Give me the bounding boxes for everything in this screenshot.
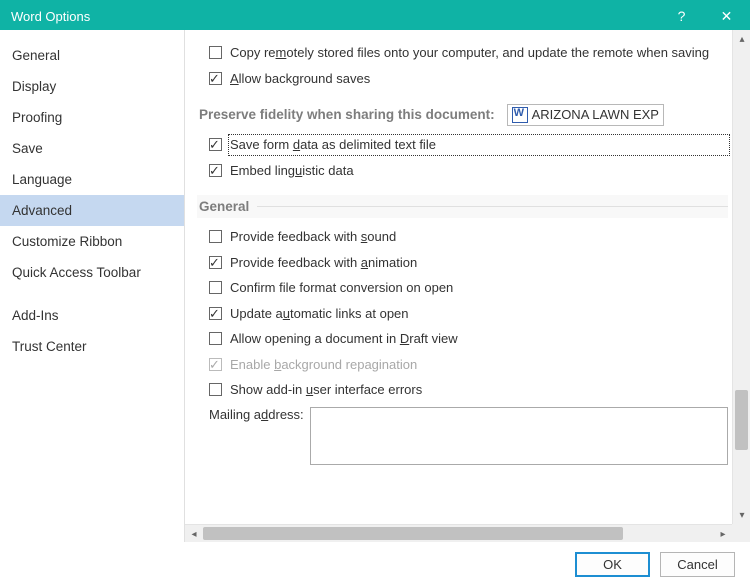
mailing-address-label: Mailing address: — [209, 407, 304, 422]
horizontal-scrollbar[interactable]: ◂ ▸ — [185, 524, 732, 542]
checkbox-icon[interactable] — [209, 72, 222, 85]
vertical-scrollbar[interactable]: ▴ ▾ — [732, 30, 750, 524]
checkbox-icon[interactable] — [209, 307, 222, 320]
titlebar: Word Options ? ✕ — [1, 1, 749, 31]
option-label: Provide feedback with sound — [230, 228, 728, 246]
sidebar-item-save[interactable]: Save — [0, 133, 184, 164]
scroll-left-icon[interactable]: ◂ — [185, 525, 203, 542]
option-label: Provide feedback with animation — [230, 254, 728, 272]
document-picker[interactable]: ARIZONA LAWN EXP — [507, 104, 664, 126]
checkbox-icon[interactable] — [209, 256, 222, 269]
sidebar-item-advanced[interactable]: Advanced — [0, 195, 184, 226]
sidebar-item-customize-ribbon[interactable]: Customize Ribbon — [0, 226, 184, 257]
option-feedback-sound[interactable]: Provide feedback with sound — [197, 224, 728, 250]
word-doc-icon — [512, 107, 528, 123]
scroll-area: Copy remotely stored files onto your com… — [185, 30, 732, 524]
option-label: Embed linguistic data — [230, 162, 728, 180]
checkbox-icon[interactable] — [209, 46, 222, 59]
section-label: Preserve fidelity when sharing this docu… — [197, 103, 497, 126]
sidebar: General Display Proofing Save Language A… — [0, 30, 185, 542]
window-title: Word Options — [11, 9, 659, 24]
checkbox-icon[interactable] — [209, 281, 222, 294]
ok-button[interactable]: OK — [575, 552, 650, 577]
body: General Display Proofing Save Language A… — [0, 30, 750, 542]
scroll-thumb[interactable] — [735, 390, 748, 450]
scroll-down-icon[interactable]: ▾ — [733, 506, 750, 524]
cancel-button[interactable]: Cancel — [660, 552, 735, 577]
option-allow-background-saves[interactable]: Allow background saves — [197, 66, 728, 92]
section-label: General — [197, 195, 251, 218]
section-general: General — [197, 195, 728, 218]
sidebar-item-quick-access-toolbar[interactable]: Quick Access Toolbar — [0, 257, 184, 288]
document-name: ARIZONA LAWN EXP — [532, 107, 659, 122]
scroll-up-icon[interactable]: ▴ — [733, 30, 750, 48]
scroll-thumb[interactable] — [203, 527, 623, 540]
option-save-form-data-delimited[interactable]: Save form data as delimited text file — [197, 132, 728, 158]
mailing-address-input[interactable] — [310, 407, 728, 465]
sidebar-item-general[interactable]: General — [0, 40, 184, 71]
option-label: Confirm file format conversion on open — [230, 279, 728, 297]
option-label: Save form data as delimited text file — [230, 136, 728, 154]
scroll-right-icon[interactable]: ▸ — [714, 525, 732, 542]
checkbox-icon — [209, 358, 222, 371]
content-pane: Copy remotely stored files onto your com… — [185, 30, 750, 542]
checkbox-icon[interactable] — [209, 138, 222, 151]
option-show-addin-ui-errors[interactable]: Show add-in user interface errors — [197, 377, 728, 403]
sidebar-item-display[interactable]: Display — [0, 71, 184, 102]
checkbox-icon[interactable] — [209, 164, 222, 177]
sidebar-item-add-ins[interactable]: Add-Ins — [0, 300, 184, 331]
option-label: Copy remotely stored files onto your com… — [230, 44, 728, 62]
option-label: Allow background saves — [230, 70, 728, 88]
option-copy-remote-files[interactable]: Copy remotely stored files onto your com… — [197, 40, 728, 66]
checkbox-icon[interactable] — [209, 230, 222, 243]
option-label: Update automatic links at open — [230, 305, 728, 323]
help-button[interactable]: ? — [659, 1, 704, 31]
checkbox-icon[interactable] — [209, 332, 222, 345]
footer: OK Cancel — [0, 542, 750, 587]
option-label: Enable background repagination — [230, 356, 728, 374]
option-background-repagination: Enable background repagination — [197, 352, 728, 378]
option-allow-draft-view[interactable]: Allow opening a document in Draft view — [197, 326, 728, 352]
checkbox-icon[interactable] — [209, 383, 222, 396]
option-label: Show add-in user interface errors — [230, 381, 728, 399]
mailing-address-row: Mailing address: — [197, 403, 728, 469]
sidebar-item-trust-center[interactable]: Trust Center — [0, 331, 184, 362]
scroll-corner — [732, 524, 750, 542]
option-embed-linguistic-data[interactable]: Embed linguistic data — [197, 158, 728, 184]
option-label: Allow opening a document in Draft view — [230, 330, 728, 348]
option-feedback-animation[interactable]: Provide feedback with animation — [197, 250, 728, 276]
sidebar-item-proofing[interactable]: Proofing — [0, 102, 184, 133]
section-preserve-fidelity: Preserve fidelity when sharing this docu… — [197, 103, 728, 126]
option-update-automatic-links[interactable]: Update automatic links at open — [197, 301, 728, 327]
sidebar-item-language[interactable]: Language — [0, 164, 184, 195]
close-button[interactable]: ✕ — [704, 1, 749, 31]
option-confirm-file-format-conversion[interactable]: Confirm file format conversion on open — [197, 275, 728, 301]
